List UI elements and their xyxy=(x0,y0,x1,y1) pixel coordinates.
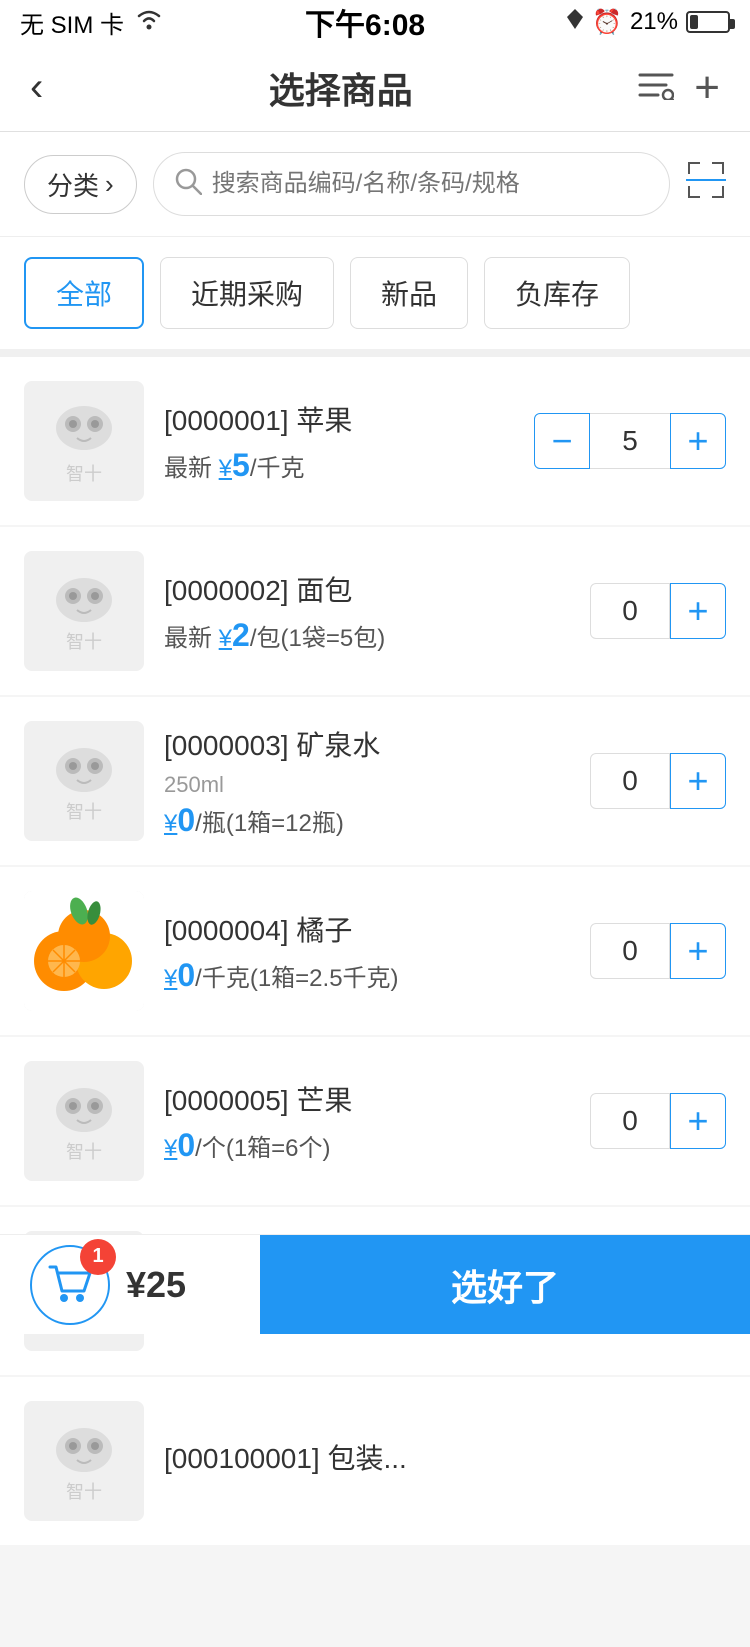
product-name: [0000001] 苹果 xyxy=(164,399,514,439)
list-item: 智十 [0000001] 苹果 最新 ¥5/千克 − + xyxy=(0,357,750,525)
cart-badge: 1 xyxy=(80,1239,116,1275)
product-price: ¥0/个(1箱=6个) xyxy=(164,1127,570,1164)
status-time: 下午6:08 xyxy=(305,0,425,44)
cart-total: ¥25 xyxy=(126,1264,186,1306)
battery-percentage: 21% xyxy=(630,8,678,36)
product-name: [000100001] 包装... xyxy=(164,1437,726,1477)
product-info: [0000003] 矿泉水 250ml ¥0/瓶(1箱=12瓶) xyxy=(164,724,570,839)
product-info: [0000002] 面包 最新 ¥2/包(1袋=5包) xyxy=(164,569,570,654)
product-name: [0000003] 矿泉水 xyxy=(164,724,570,764)
product-name: [0000004] 橘子 xyxy=(164,909,570,949)
list-item: 智十 [0000003] 矿泉水 250ml ¥0/瓶(1箱=12瓶) + xyxy=(0,697,750,865)
search-icon xyxy=(174,167,202,202)
filter-bar: 分类 › xyxy=(0,132,750,237)
add-icon[interactable]: + xyxy=(694,63,720,113)
quantity-input[interactable] xyxy=(590,413,670,469)
confirm-button[interactable]: 选好了 xyxy=(260,1235,750,1334)
product-qty: + xyxy=(590,923,726,979)
battery-icon xyxy=(686,11,730,33)
filter-icon[interactable] xyxy=(638,67,674,109)
back-button[interactable]: ‹ xyxy=(30,65,43,110)
list-item: [0000004] 橘子 ¥0/千克(1箱=2.5千克) + xyxy=(0,867,750,1035)
product-image: 智十 xyxy=(24,1061,144,1181)
status-right: ⏰ 21% xyxy=(566,8,730,37)
product-qty: − + xyxy=(534,413,726,469)
quantity-input[interactable] xyxy=(590,753,670,809)
quantity-input[interactable] xyxy=(590,1093,670,1149)
list-item: 智十 [000100001] 包装... xyxy=(0,1377,750,1545)
product-image: 智十 xyxy=(24,551,144,671)
nav-bar: ‹ 选择商品 + xyxy=(0,44,750,132)
product-price: 最新 ¥2/包(1袋=5包) xyxy=(164,617,570,654)
carrier-label: 无 SIM 卡 xyxy=(20,5,124,40)
product-spec: 250ml xyxy=(164,772,570,798)
product-image: 智十 xyxy=(24,381,144,501)
tab-all[interactable]: 全部 xyxy=(24,257,144,329)
status-left: 无 SIM 卡 xyxy=(20,5,164,40)
quantity-input[interactable] xyxy=(590,923,670,979)
status-bar: 无 SIM 卡 下午6:08 ⏰ 21% xyxy=(0,0,750,44)
increment-button[interactable]: + xyxy=(670,753,726,809)
product-info: [000100001] 包装... xyxy=(164,1437,726,1485)
nav-right: + xyxy=(638,63,720,113)
search-box xyxy=(153,152,670,216)
product-price: ¥0/千克(1箱=2.5千克) xyxy=(164,957,570,994)
search-input[interactable] xyxy=(212,170,649,198)
product-image: 智十 xyxy=(24,1401,144,1521)
category-label: 分类 xyxy=(47,166,99,203)
tab-bar: 全部 近期采购 新品 负库存 xyxy=(0,237,750,357)
product-name: [0000005] 芒果 xyxy=(164,1079,570,1119)
bottom-bar: 1 ¥25 选好了 xyxy=(0,1234,750,1334)
increment-button[interactable]: + xyxy=(670,413,726,469)
list-item: 智十 [0000002] 面包 最新 ¥2/包(1袋=5包) + xyxy=(0,527,750,695)
product-image xyxy=(24,891,144,1011)
decrement-button[interactable]: − xyxy=(534,413,590,469)
tab-new[interactable]: 新品 xyxy=(350,257,468,329)
product-info: [0000004] 橘子 ¥0/千克(1箱=2.5千克) xyxy=(164,909,570,994)
product-info: [0000001] 苹果 最新 ¥5/千克 xyxy=(164,399,514,484)
category-chevron: › xyxy=(105,169,114,200)
increment-button[interactable]: + xyxy=(670,583,726,639)
product-image: 智十 xyxy=(24,721,144,841)
location-icon xyxy=(566,8,584,37)
wifi-icon xyxy=(134,8,164,37)
product-qty: + xyxy=(590,583,726,639)
product-list: 智十 [0000001] 苹果 最新 ¥5/千克 − + 智十 [0000002… xyxy=(0,357,750,1545)
increment-button[interactable]: + xyxy=(670,1093,726,1149)
quantity-input[interactable] xyxy=(590,583,670,639)
product-qty: + xyxy=(590,1093,726,1149)
tab-negative[interactable]: 负库存 xyxy=(484,257,630,329)
increment-button[interactable]: + xyxy=(670,923,726,979)
tab-recent[interactable]: 近期采购 xyxy=(160,257,334,329)
scan-icon[interactable] xyxy=(686,160,726,208)
product-name: [0000002] 面包 xyxy=(164,569,570,609)
category-button[interactable]: 分类 › xyxy=(24,155,137,214)
product-qty: + xyxy=(590,753,726,809)
list-item: 智十 [0000005] 芒果 ¥0/个(1箱=6个) + xyxy=(0,1037,750,1205)
cart-section: 1 ¥25 xyxy=(0,1245,260,1325)
product-info: [0000005] 芒果 ¥0/个(1箱=6个) xyxy=(164,1079,570,1164)
page-title: 选择商品 xyxy=(269,62,413,114)
cart-icon-wrap[interactable]: 1 xyxy=(30,1245,110,1325)
product-price: 最新 ¥5/千克 xyxy=(164,447,514,484)
alarm-icon: ⏰ xyxy=(592,8,622,37)
nav-left: ‹ xyxy=(30,65,43,110)
product-price: ¥0/瓶(1箱=12瓶) xyxy=(164,802,570,839)
